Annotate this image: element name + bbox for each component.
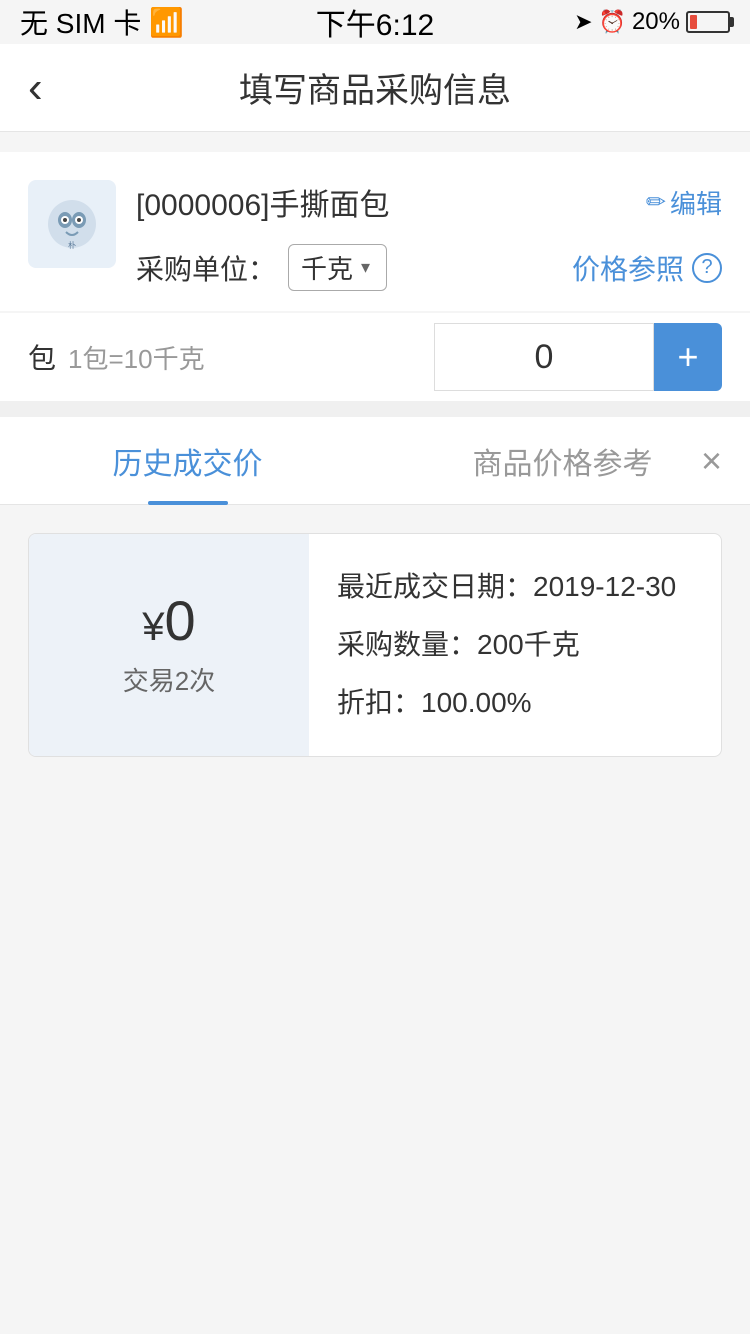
product-name-row: [0000006]手撕面包 ✏ 编辑 (136, 180, 722, 224)
section-divider (0, 401, 750, 417)
status-time: 下午6:12 (316, 0, 434, 44)
price-card-right: 最近成交日期：2019-12-30 采购数量：200千克 折扣：100.00% (309, 534, 721, 756)
product-logo-icon: 朴 (44, 196, 100, 252)
status-right: ➤ ⏰ 20% (574, 8, 730, 36)
quantity-unit-note: 1包=10千克 (68, 339, 205, 376)
quantity-input[interactable]: 0 (434, 323, 654, 391)
page-title: 填写商品采购信息 (239, 63, 511, 112)
quantity-unit-info: 包 1包=10千克 (28, 337, 205, 377)
alarm-icon: ⏰ (599, 9, 626, 35)
price-number: 0 (165, 589, 196, 652)
tab-product-price-ref[interactable]: 商品价格参考 (375, 417, 750, 505)
price-date-row: 最近成交日期：2019-12-30 (337, 566, 693, 608)
price-date-value: 2019-12-30 (533, 571, 676, 602)
nav-bar: ‹ 填写商品采购信息 (0, 44, 750, 132)
back-icon: ‹ (28, 63, 43, 113)
back-button[interactable]: ‹ (28, 63, 43, 113)
quantity-row: 包 1包=10千克 0 + (0, 313, 750, 401)
plus-icon: + (677, 336, 698, 378)
product-name: [0000006]手撕面包 (136, 180, 389, 224)
price-discount-value: 100.00% (421, 687, 532, 718)
history-content: ¥0 交易2次 最近成交日期：2019-12-30 采购数量：200千克 折扣：… (0, 505, 750, 1205)
location-icon: ➤ (574, 9, 592, 35)
product-header: 朴 [0000006]手撕面包 ✏ 编辑 采购单位： 千克 ▾ (28, 180, 722, 291)
close-icon: × (701, 440, 722, 482)
chevron-down-icon: ▾ (361, 257, 370, 278)
tab-history-label: 历史成交价 (113, 439, 263, 483)
sim-icon: 📶 (149, 6, 184, 39)
price-ref-label: 价格参照 (572, 248, 684, 288)
quantity-unit-badge: 包 (28, 337, 56, 377)
price-ref-help-icon: ? (692, 253, 722, 283)
edit-icon: ✏ (646, 188, 666, 217)
tab-close-button[interactable]: × (701, 440, 722, 482)
price-ref-button[interactable]: 价格参照 ? (572, 248, 722, 288)
price-discount-label: 折扣： (337, 687, 421, 718)
tab-bar: 历史成交价 商品价格参考 × (0, 417, 750, 505)
quantity-value: 0 (535, 338, 554, 377)
tab-product-price-label: 商品价格参考 (473, 439, 653, 483)
unit-selector: 采购单位： 千克 ▾ (136, 244, 387, 291)
price-discount-row: 折扣：100.00% (337, 682, 693, 724)
product-card: 朴 [0000006]手撕面包 ✏ 编辑 采购单位： 千克 ▾ (0, 152, 750, 311)
price-quantity-value: 200千克 (477, 629, 580, 660)
edit-label: 编辑 (670, 184, 722, 221)
price-value: ¥0 (142, 593, 195, 649)
tab-history-price[interactable]: 历史成交价 (0, 417, 375, 505)
unit-value: 千克 (301, 249, 353, 286)
unit-select-button[interactable]: 千克 ▾ (288, 244, 387, 291)
battery-indicator (686, 11, 730, 33)
product-info: [0000006]手撕面包 ✏ 编辑 采购单位： 千克 ▾ 价格参照 (136, 180, 722, 291)
unit-label: 采购单位： (136, 248, 276, 288)
battery-percent: 20% (632, 8, 680, 36)
price-quantity-label: 采购数量： (337, 629, 477, 660)
status-bar: 无 SIM 卡 📶 下午6:12 ➤ ⏰ 20% (0, 0, 750, 44)
price-date-label: 最近成交日期： (337, 571, 533, 602)
status-carrier: 无 SIM 卡 📶 (20, 2, 184, 42)
price-card: ¥0 交易2次 最近成交日期：2019-12-30 采购数量：200千克 折扣：… (28, 533, 722, 757)
edit-button[interactable]: ✏ 编辑 (646, 184, 722, 221)
product-logo: 朴 (28, 180, 116, 268)
carrier-text: 无 SIM 卡 (20, 2, 141, 42)
product-unit-row: 采购单位： 千克 ▾ 价格参照 ? (136, 244, 722, 291)
quantity-plus-button[interactable]: + (654, 323, 722, 391)
price-yuan-symbol: ¥ (142, 605, 164, 649)
price-trade-count: 交易2次 (123, 661, 215, 698)
svg-text:朴: 朴 (68, 240, 76, 250)
tab-active-indicator (148, 501, 228, 505)
quantity-controls: 0 + (434, 323, 722, 391)
price-card-left: ¥0 交易2次 (29, 534, 309, 756)
price-quantity-row: 采购数量：200千克 (337, 624, 693, 666)
